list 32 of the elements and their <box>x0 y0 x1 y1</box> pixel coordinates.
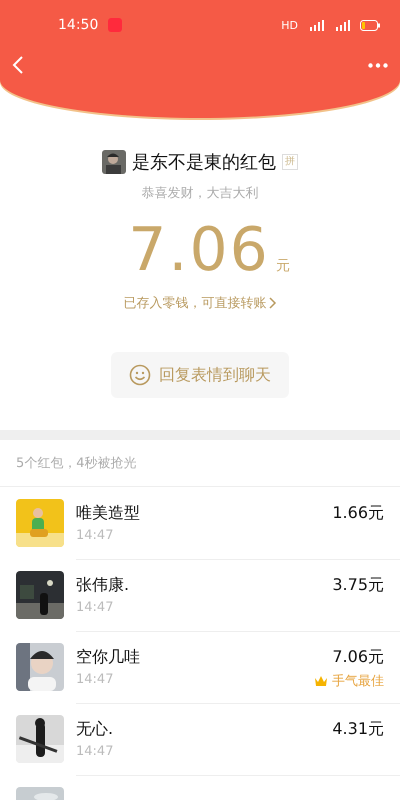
crown-icon <box>314 674 328 686</box>
grab-amount: 4.31元 <box>332 718 384 740</box>
signal-icon <box>334 20 350 30</box>
status-time: 14:50 <box>58 17 98 33</box>
blessing-text: 恭喜发财，大吉大利 <box>142 186 258 201</box>
grab-time: 14:47 <box>76 672 114 686</box>
signal-icon <box>308 20 324 30</box>
grab-amount: 3.75元 <box>332 574 384 596</box>
amount-text: 7.06 <box>128 220 270 280</box>
chevron-icon <box>268 297 276 309</box>
grab-time: 14:47 <box>76 744 114 758</box>
grab-time: 14:47 <box>76 600 114 614</box>
unit-text: 元 <box>276 257 290 275</box>
more-icon[interactable] <box>368 62 388 68</box>
grab-amount: 7.06元 <box>332 646 384 668</box>
user-name: 空你几哇 <box>76 646 141 668</box>
back-icon[interactable] <box>12 55 24 75</box>
wallet-link[interactable]: 已存入零钱，可直接转账 <box>124 294 266 312</box>
smiley-icon <box>129 364 151 386</box>
grab-amount: 1.66元 <box>332 502 384 524</box>
user-name: 张伟康. <box>76 574 130 596</box>
battery-icon <box>360 20 380 30</box>
sender-title: 是东不是東的红包 <box>132 151 276 174</box>
user-name: 唯美造型 <box>76 502 141 524</box>
user-name: 无心. <box>76 718 114 740</box>
app-notification-icon <box>108 18 122 32</box>
best-luck-label: 手气最佳 <box>332 672 384 690</box>
group-tag: 拼 <box>282 154 298 170</box>
reply-button[interactable]: 回复表情到聊天 <box>111 352 289 398</box>
hd-indicator: HD <box>281 18 298 32</box>
summary-text: 5个红包，4秒被抢光 <box>16 456 137 471</box>
grab-time: 14:47 <box>76 528 114 542</box>
